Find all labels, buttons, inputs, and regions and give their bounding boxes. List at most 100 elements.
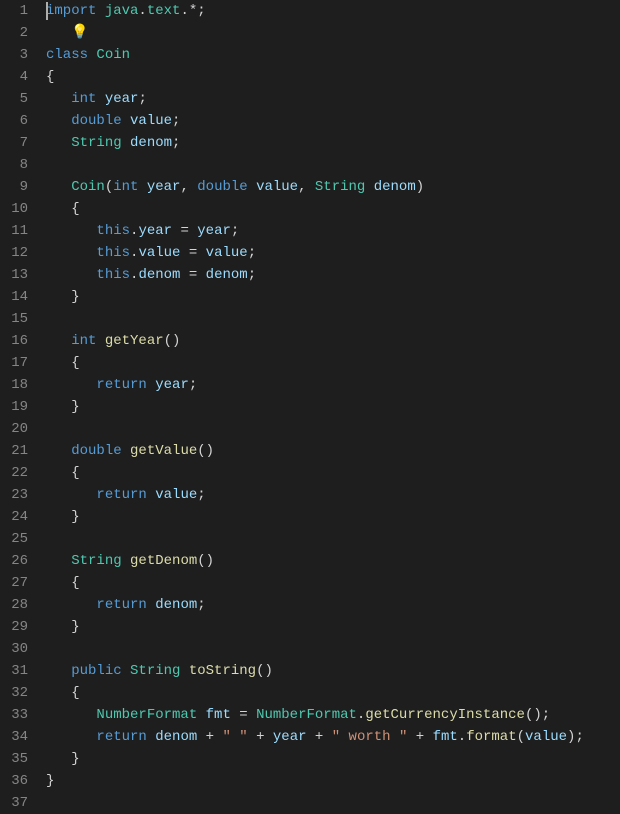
code-token: return xyxy=(96,377,155,393)
code-line[interactable]: int year; xyxy=(46,88,620,110)
code-line[interactable] xyxy=(46,528,620,550)
code-token: ); xyxy=(567,729,584,745)
code-line[interactable]: 💡 xyxy=(46,22,620,44)
code-token: { xyxy=(46,69,54,85)
code-line[interactable]: return year; xyxy=(46,374,620,396)
code-line[interactable] xyxy=(46,308,620,330)
code-line[interactable]: } xyxy=(46,770,620,792)
line-number-gutter: 1234567891011121314151617181920212223242… xyxy=(0,0,38,812)
code-line[interactable]: } xyxy=(46,396,620,418)
line-number: 19 xyxy=(0,396,28,418)
line-number: 29 xyxy=(0,616,28,638)
code-token: + xyxy=(248,729,273,745)
code-token: value xyxy=(525,729,567,745)
code-line[interactable]: this.value = value; xyxy=(46,242,620,264)
code-token: double xyxy=(71,443,130,459)
code-line[interactable]: NumberFormat fmt = NumberFormat.getCurre… xyxy=(46,704,620,726)
code-token: } xyxy=(71,619,79,635)
code-line[interactable]: int getYear() xyxy=(46,330,620,352)
code-token: int xyxy=(71,91,105,107)
code-token: getValue xyxy=(130,443,197,459)
code-line[interactable]: double value; xyxy=(46,110,620,132)
code-token: () xyxy=(256,663,273,679)
code-token: + xyxy=(197,729,222,745)
code-token: ; xyxy=(248,267,256,283)
line-number: 4 xyxy=(0,66,28,88)
code-token: + xyxy=(307,729,332,745)
code-line[interactable]: { xyxy=(46,66,620,88)
code-token: int xyxy=(113,179,147,195)
code-editor[interactable]: 1234567891011121314151617181920212223242… xyxy=(0,0,620,812)
code-line[interactable] xyxy=(46,418,620,440)
code-token: () xyxy=(164,333,181,349)
line-number: 6 xyxy=(0,110,28,132)
line-number: 1 xyxy=(0,0,28,22)
code-line[interactable]: public String toString() xyxy=(46,660,620,682)
line-number: 26 xyxy=(0,550,28,572)
code-token: ; xyxy=(197,3,205,19)
code-token: this xyxy=(96,267,130,283)
code-token: value xyxy=(130,113,172,129)
line-number: 3 xyxy=(0,44,28,66)
code-token: value xyxy=(256,179,298,195)
code-token: . xyxy=(458,729,466,745)
code-line[interactable]: double getValue() xyxy=(46,440,620,462)
line-number: 27 xyxy=(0,572,28,594)
code-token: . xyxy=(138,3,146,19)
code-token: { xyxy=(71,575,79,591)
code-line[interactable]: } xyxy=(46,286,620,308)
code-token: getDenom xyxy=(130,553,197,569)
code-line[interactable] xyxy=(46,154,620,176)
code-token: , xyxy=(298,179,315,195)
code-line[interactable] xyxy=(46,792,620,814)
code-token: . xyxy=(180,3,188,19)
code-line[interactable]: } xyxy=(46,506,620,528)
code-line[interactable]: class Coin xyxy=(46,44,620,66)
code-token: ) xyxy=(416,179,424,195)
line-number: 13 xyxy=(0,264,28,286)
code-line[interactable]: { xyxy=(46,572,620,594)
line-number: 36 xyxy=(0,770,28,792)
code-line[interactable]: { xyxy=(46,352,620,374)
text-cursor xyxy=(46,2,48,20)
line-number: 17 xyxy=(0,352,28,374)
code-token: denom xyxy=(155,729,197,745)
lightbulb-icon[interactable]: 💡 xyxy=(71,22,88,44)
code-token: = xyxy=(180,267,205,283)
code-line[interactable]: { xyxy=(46,198,620,220)
code-line[interactable]: this.year = year; xyxy=(46,220,620,242)
code-line[interactable]: { xyxy=(46,462,620,484)
line-number: 11 xyxy=(0,220,28,242)
code-token: ( xyxy=(517,729,525,745)
code-token: value xyxy=(138,245,180,261)
code-token: ( xyxy=(105,179,113,195)
code-line[interactable]: } xyxy=(46,616,620,638)
code-token: this xyxy=(96,223,130,239)
code-line[interactable]: } xyxy=(46,748,620,770)
code-token: public xyxy=(71,663,130,679)
code-line[interactable]: return denom + " " + year + " worth " + … xyxy=(46,726,620,748)
code-token: String xyxy=(315,179,374,195)
line-number: 7 xyxy=(0,132,28,154)
line-number: 37 xyxy=(0,792,28,814)
code-token: ; xyxy=(231,223,239,239)
code-line[interactable]: { xyxy=(46,682,620,704)
code-line[interactable]: String getDenom() xyxy=(46,550,620,572)
code-token: () xyxy=(197,443,214,459)
code-token: format xyxy=(466,729,516,745)
code-token: } xyxy=(71,289,79,305)
code-area[interactable]: import java.text.*; 💡class Coin { int yea… xyxy=(38,0,620,812)
code-line[interactable]: return denom; xyxy=(46,594,620,616)
code-token: value xyxy=(155,487,197,503)
code-line[interactable]: this.denom = denom; xyxy=(46,264,620,286)
code-line[interactable]: Coin(int year, double value, String deno… xyxy=(46,176,620,198)
code-line[interactable]: String denom; xyxy=(46,132,620,154)
code-token: , xyxy=(180,179,197,195)
code-token: " " xyxy=(222,729,247,745)
code-token: } xyxy=(71,399,79,415)
code-line[interactable] xyxy=(46,638,620,660)
code-line[interactable]: return value; xyxy=(46,484,620,506)
line-number: 9 xyxy=(0,176,28,198)
code-token: double xyxy=(197,179,256,195)
code-line[interactable]: import java.text.*; xyxy=(46,0,620,22)
